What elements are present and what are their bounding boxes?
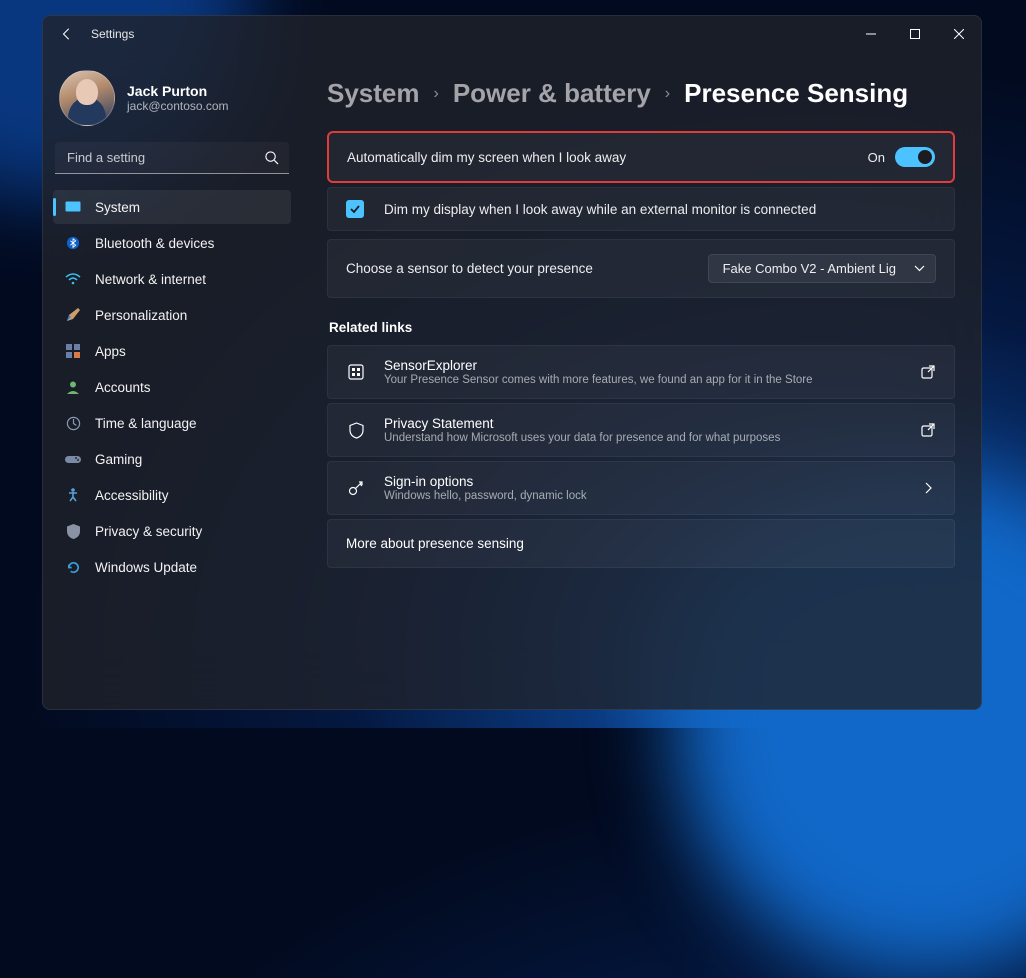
- sidebar-item-apps[interactable]: Apps: [53, 334, 291, 368]
- titlebar: Settings: [43, 16, 981, 52]
- sidebar-item-system[interactable]: System: [53, 190, 291, 224]
- sidebar-item-accessibility[interactable]: Accessibility: [53, 478, 291, 512]
- display-icon: [65, 199, 81, 215]
- related-links-heading: Related links: [329, 320, 955, 335]
- shield-icon: [65, 523, 81, 539]
- toggle-state-text: On: [868, 150, 885, 165]
- breadcrumb-system[interactable]: System: [327, 78, 420, 109]
- sidebar-nav: System Bluetooth & devices Network & int…: [49, 190, 295, 584]
- external-monitor-checkbox-label: Dim my display when I look away while an…: [384, 202, 816, 217]
- close-button[interactable]: [937, 16, 981, 52]
- clock-globe-icon: [65, 415, 81, 431]
- link-sensor-explorer[interactable]: SensorExplorer Your Presence Sensor come…: [327, 345, 955, 399]
- shield-outline-icon: [346, 420, 366, 440]
- sidebar-item-label: Network & internet: [95, 272, 206, 287]
- checkbox-checked-icon[interactable]: [346, 200, 364, 218]
- sidebar-item-bluetooth[interactable]: Bluetooth & devices: [53, 226, 291, 260]
- link-title: Privacy Statement: [384, 416, 902, 431]
- sensor-dropdown[interactable]: Fake Combo V2 - Ambient Lig: [708, 254, 936, 283]
- search-input[interactable]: [55, 142, 289, 174]
- person-icon: [65, 379, 81, 395]
- sidebar-item-time-language[interactable]: Time & language: [53, 406, 291, 440]
- chevron-right-icon: [920, 480, 936, 496]
- search-field-wrap: [55, 142, 289, 174]
- sensor-dropdown-value: Fake Combo V2 - Ambient Lig: [723, 261, 896, 276]
- sidebar-item-label: System: [95, 200, 140, 215]
- sensor-select-row: Choose a sensor to detect your presence …: [327, 239, 955, 298]
- sidebar-item-personalization[interactable]: Personalization: [53, 298, 291, 332]
- sidebar-item-label: Apps: [95, 344, 126, 359]
- link-subtitle: Understand how Microsoft uses your data …: [384, 432, 902, 444]
- sidebar-item-windows-update[interactable]: Windows Update: [53, 550, 291, 584]
- sidebar-item-network[interactable]: Network & internet: [53, 262, 291, 296]
- sidebar-item-label: Windows Update: [95, 560, 197, 575]
- settings-window: Settings Jack Purton jack@contoso.com: [42, 15, 982, 710]
- link-title: SensorExplorer: [384, 358, 902, 373]
- wifi-icon: [65, 271, 81, 287]
- user-name: Jack Purton: [127, 83, 229, 99]
- update-icon: [65, 559, 81, 575]
- chevron-down-icon: [914, 265, 925, 272]
- app-title: Settings: [91, 27, 849, 41]
- dim-toggle-row: Automatically dim my screen when I look …: [327, 131, 955, 183]
- dim-toggle-switch[interactable]: [895, 147, 935, 167]
- link-title: More about presence sensing: [346, 536, 524, 551]
- link-privacy-statement[interactable]: Privacy Statement Understand how Microso…: [327, 403, 955, 457]
- apps-icon: [65, 343, 81, 359]
- maximize-button[interactable]: [893, 16, 937, 52]
- breadcrumb-presence-sensing: Presence Sensing: [684, 78, 908, 109]
- minimize-button[interactable]: [849, 16, 893, 52]
- bluetooth-icon: [65, 235, 81, 251]
- open-external-icon: [920, 364, 936, 380]
- external-monitor-checkbox-row[interactable]: Dim my display when I look away while an…: [327, 187, 955, 231]
- sidebar-item-gaming[interactable]: Gaming: [53, 442, 291, 476]
- sensor-select-label: Choose a sensor to detect your presence: [346, 261, 593, 276]
- content-area: System › Power & battery › Presence Sens…: [301, 52, 981, 709]
- link-title: Sign-in options: [384, 474, 902, 489]
- link-subtitle: Windows hello, password, dynamic lock: [384, 490, 902, 502]
- chevron-right-icon: ›: [434, 85, 439, 103]
- chevron-right-icon: ›: [665, 85, 670, 103]
- sidebar-item-label: Gaming: [95, 452, 142, 467]
- search-icon: [264, 150, 279, 165]
- sidebar-item-privacy[interactable]: Privacy & security: [53, 514, 291, 548]
- sidebar-item-label: Time & language: [95, 416, 197, 431]
- accessibility-icon: [65, 487, 81, 503]
- sidebar-item-label: Personalization: [95, 308, 187, 323]
- gamepad-icon: [65, 451, 81, 467]
- store-app-icon: [346, 362, 366, 382]
- sidebar-item-label: Accessibility: [95, 488, 169, 503]
- dim-toggle-label: Automatically dim my screen when I look …: [347, 150, 626, 165]
- user-profile[interactable]: Jack Purton jack@contoso.com: [49, 66, 295, 142]
- sidebar-item-label: Accounts: [95, 380, 151, 395]
- breadcrumb-power-battery[interactable]: Power & battery: [453, 78, 651, 109]
- sidebar-item-label: Bluetooth & devices: [95, 236, 214, 251]
- link-signin-options[interactable]: Sign-in options Windows hello, password,…: [327, 461, 955, 515]
- sidebar-item-label: Privacy & security: [95, 524, 202, 539]
- key-icon: [346, 478, 366, 498]
- link-more-about-presence[interactable]: More about presence sensing: [327, 519, 955, 568]
- breadcrumb: System › Power & battery › Presence Sens…: [327, 78, 955, 109]
- window-controls: [849, 16, 981, 52]
- sidebar: Jack Purton jack@contoso.com System Blue…: [43, 52, 301, 709]
- open-external-icon: [920, 422, 936, 438]
- link-subtitle: Your Presence Sensor comes with more fea…: [384, 374, 902, 386]
- back-button[interactable]: [49, 16, 85, 52]
- sidebar-item-accounts[interactable]: Accounts: [53, 370, 291, 404]
- user-email: jack@contoso.com: [127, 99, 229, 113]
- avatar: [59, 70, 115, 126]
- paint-icon: [65, 307, 81, 323]
